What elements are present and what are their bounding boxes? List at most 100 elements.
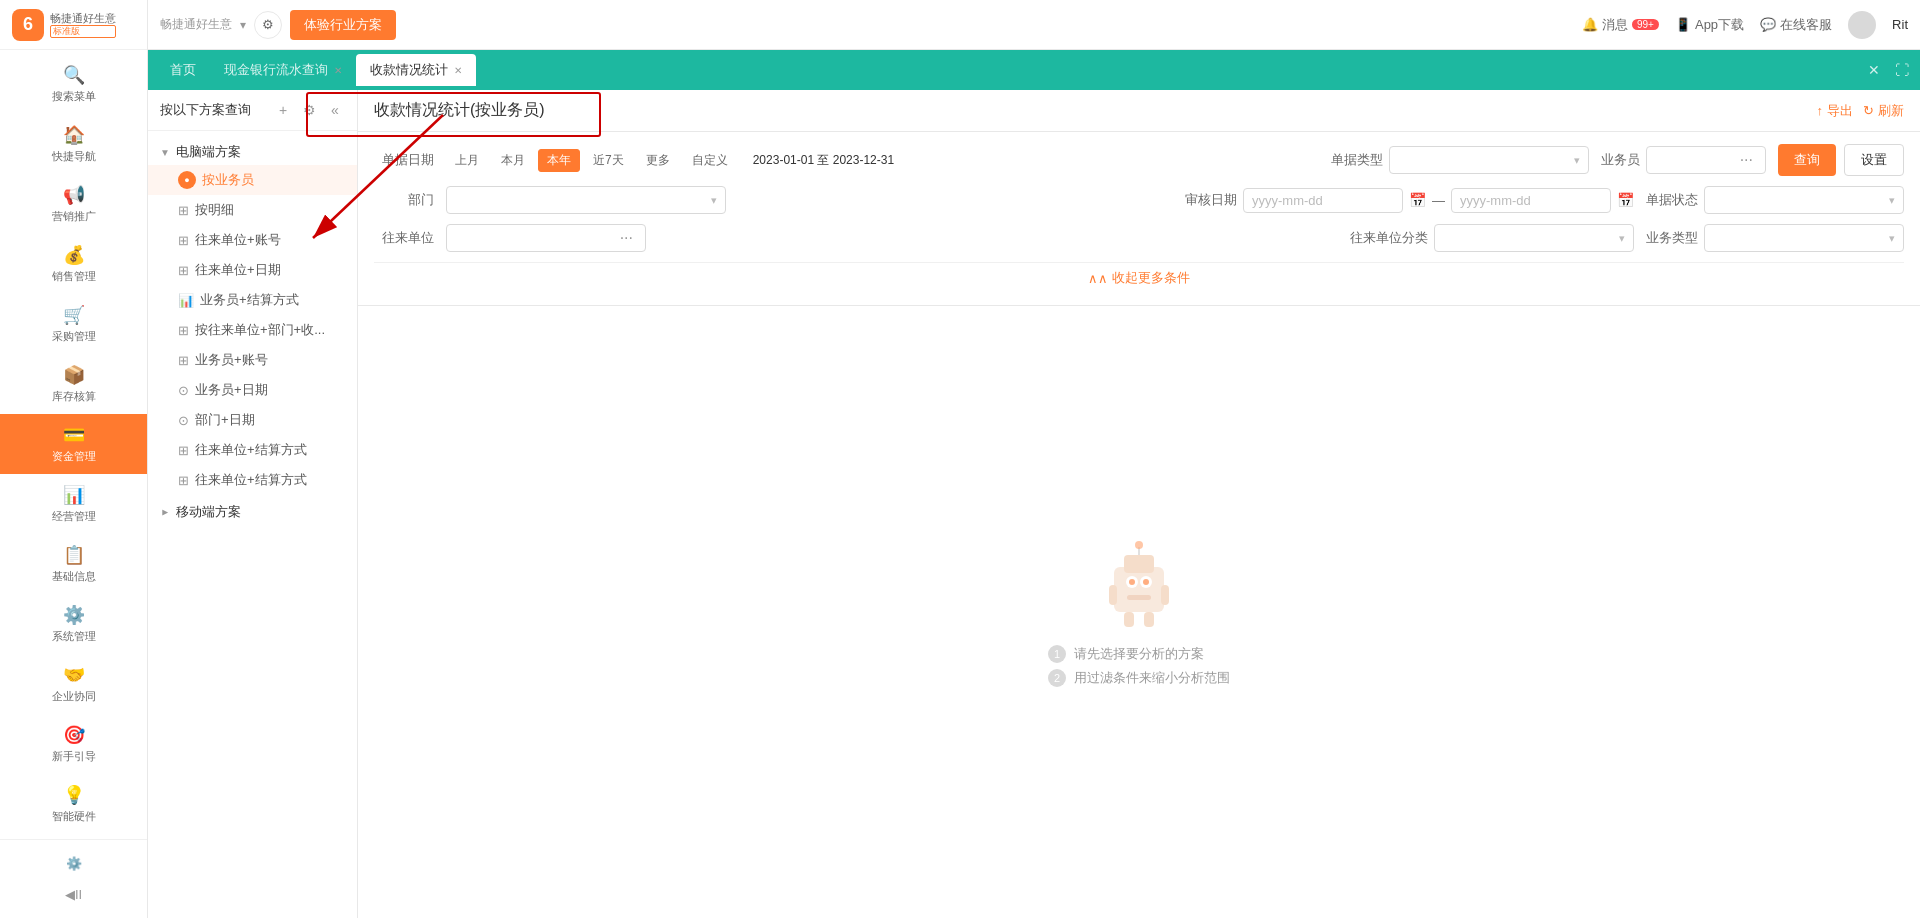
sidebar-settings-btn[interactable]: ⚙️ (0, 848, 147, 879)
sidebar-item-collab[interactable]: 🤝 企业协同 (0, 654, 147, 714)
cal-icon-to[interactable]: 📅 (1617, 192, 1634, 208)
tree-item-unit-settlement2[interactable]: ⊞ 往来单位+结算方式 (148, 465, 357, 495)
trial-btn[interactable]: 体验行业方案 (290, 10, 396, 40)
sidebar-item-system[interactable]: ⚙️ 系统管理 (0, 594, 147, 654)
sidebar-item-finance[interactable]: 💳 资金管理 (0, 414, 147, 474)
panel-collapse-btn[interactable]: « (325, 100, 345, 120)
header-gear-btn[interactable]: ⚙ (254, 11, 282, 39)
sidebar-item-marketing[interactable]: 📢 营销推广 (0, 174, 147, 234)
sidebar-item-purchase[interactable]: 🛒 采购管理 (0, 294, 147, 354)
date-tab-more[interactable]: 更多 (637, 149, 679, 172)
online-service-btn[interactable]: 💬 在线客服 (1760, 16, 1832, 34)
page-wrapper: 按以下方案查询 + ⚙ « ▼ 电脑端方案 (148, 90, 1920, 918)
date-tab-custom[interactable]: 自定义 (683, 149, 737, 172)
export-btn[interactable]: ↑ 导出 (1817, 102, 1854, 120)
tree-item-unit-dept-collect[interactable]: ⊞ 按往来单位+部门+收... (148, 315, 357, 345)
review-date-to[interactable]: yyyy-mm-dd (1451, 188, 1611, 213)
partner-more-icon[interactable]: ··· (620, 229, 633, 247)
sidebar-item-search-menu[interactable]: 🔍 搜索菜单 (0, 54, 147, 114)
tab-collection-stats-close[interactable]: ✕ (454, 65, 462, 76)
tip-item-1: 1 请先选择要分析的方案 (1048, 645, 1230, 663)
date-tab-7days[interactable]: 近7天 (584, 149, 633, 172)
active-indicator: ● (178, 171, 196, 189)
sidebar-item-operations[interactable]: 📊 经营管理 (0, 474, 147, 534)
query-btn[interactable]: 查询 (1778, 144, 1836, 176)
empty-tips: 1 请先选择要分析的方案 2 用过滤条件来缩小分析范围 (1048, 645, 1230, 687)
svg-rect-7 (1109, 585, 1117, 605)
date-tab-this-month[interactable]: 本月 (492, 149, 534, 172)
hardware-icon: 💡 (63, 784, 85, 806)
logo-icon: 6 (12, 9, 44, 41)
dept-select[interactable]: ▾ (446, 186, 726, 214)
tree-item-unit-date[interactable]: ⊞ 往来单位+日期 (148, 255, 357, 285)
inventory-icon: 📦 (63, 364, 85, 386)
biz-type-select[interactable]: ▾ (1704, 224, 1904, 252)
us2-icon: ⊞ (178, 473, 189, 488)
doc-status-select[interactable]: ▾ (1704, 186, 1904, 214)
tree-item-by-detail[interactable]: ⊞ 按明细 (148, 195, 357, 225)
tab-bank-flow[interactable]: 现金银行流水查询 ✕ (210, 54, 356, 86)
salesperson-select[interactable]: ··· (1646, 146, 1766, 174)
tree-item-dept-date[interactable]: ⊙ 部门+日期 (148, 405, 357, 435)
sidebar-item-quick-nav[interactable]: 🏠 快捷导航 (0, 114, 147, 174)
breadcrumb-dropdown[interactable]: ▾ (240, 18, 246, 32)
svg-point-12 (1135, 541, 1143, 549)
review-date-field: 审核日期 yyyy-mm-dd 📅 — yyyy-mm-dd 📅 (1185, 188, 1634, 213)
home-icon: 🏠 (63, 124, 85, 146)
partner-category-field: 往来单位分类 ▾ (1350, 224, 1634, 252)
sidebar-item-basic-info[interactable]: 📋 基础信息 (0, 534, 147, 594)
tree-item-salesperson-account[interactable]: ⊞ 业务员+账号 (148, 345, 357, 375)
window-close-btn[interactable]: ✕ (1864, 60, 1884, 80)
biz-type-chevron: ▾ (1889, 232, 1895, 245)
window-maximize-btn[interactable]: ⛶ (1892, 60, 1912, 80)
title-actions: ↑ 导出 ↻ 刷新 (1817, 102, 1905, 120)
date-tab-last-month[interactable]: 上月 (446, 149, 488, 172)
search-row-1: 单据日期 上月 本月 本年 近7天 更多 自定义 2023-01-01 至 20… (374, 144, 1904, 176)
sidebar-item-inventory[interactable]: 📦 库存核算 (0, 354, 147, 414)
tab-bank-flow-close[interactable]: ✕ (334, 65, 342, 76)
notifications-btn[interactable]: 🔔 消息 99+ (1582, 16, 1659, 34)
tree-item-by-salesperson[interactable]: ● 按业务员 (148, 165, 357, 195)
partner-cat-chevron: ▾ (1619, 232, 1625, 245)
panel-add-btn[interactable]: + (273, 100, 293, 120)
sidebar-item-sales[interactable]: 💰 销售管理 (0, 234, 147, 294)
sidebar-item-guide[interactable]: 🎯 新手引导 (0, 714, 147, 774)
review-date-from[interactable]: yyyy-mm-dd (1243, 188, 1403, 213)
tree-item-salesperson-date[interactable]: ⊙ 业务员+日期 (148, 375, 357, 405)
content-area: 1 请先选择要分析的方案 2 用过滤条件来缩小分析范围 (358, 306, 1920, 918)
tree-group-mobile-header[interactable]: ▼ 移动端方案 (148, 499, 357, 525)
panel-settings-btn[interactable]: ⚙ (299, 100, 319, 120)
tree-item-salesperson-settlement[interactable]: 📊 业务员+结算方式 (148, 285, 357, 315)
tree-item-unit-settlement1[interactable]: ⊞ 往来单位+结算方式 (148, 435, 357, 465)
logo-text: 畅捷通好生意 标准版 (50, 11, 116, 39)
biz-type-label: 业务类型 (1646, 229, 1698, 247)
header-left: 畅捷通好生意 ▾ ⚙ 体验行业方案 (160, 10, 396, 40)
tree-item-unit-account[interactable]: ⊞ 往来单位+账号 (148, 225, 357, 255)
tab-collection-stats[interactable]: 收款情况统计 ✕ (356, 54, 476, 86)
collapse-btn[interactable]: ∧∧ 收起更多条件 (374, 262, 1904, 293)
sidebar-collapse-btn[interactable]: ◀II (0, 879, 147, 910)
basic-info-icon: 📋 (63, 544, 85, 566)
sidebar-item-hardware[interactable]: 💡 智能硬件 (0, 774, 147, 834)
doc-type-select[interactable]: ▾ (1389, 146, 1589, 174)
finance-icon: 💳 (63, 424, 85, 446)
cal-icon-from[interactable]: 📅 (1409, 192, 1426, 208)
date-tab-this-year[interactable]: 本年 (538, 149, 580, 172)
svg-rect-0 (1114, 567, 1164, 612)
tab-home[interactable]: 首页 (156, 54, 210, 86)
settings-btn[interactable]: 设置 (1844, 144, 1904, 176)
refresh-btn[interactable]: ↻ 刷新 (1863, 102, 1904, 120)
user-avatar[interactable] (1848, 11, 1876, 39)
detail-icon: ⊞ (178, 203, 189, 218)
salesperson-more-icon[interactable]: ··· (1740, 151, 1753, 169)
partner-label: 往来单位 (374, 229, 434, 247)
tree-group-mobile: ▼ 移动端方案 (148, 499, 357, 525)
tree-group-desktop-header[interactable]: ▼ 电脑端方案 (148, 139, 357, 165)
partner-category-select[interactable]: ▾ (1434, 224, 1634, 252)
partner-select[interactable]: ··· (446, 224, 646, 252)
salesperson-field: 业务员 ··· (1601, 146, 1766, 174)
tab-bar: 首页 现金银行流水查询 ✕ 收款情况统计 ✕ ✕ ⛶ (148, 50, 1920, 90)
app-download-btn[interactable]: 📱 App下载 (1675, 16, 1744, 34)
header-right: 🔔 消息 99+ 📱 App下载 💬 在线客服 Rit (1582, 11, 1908, 39)
collapse-up-icon: ∧∧ (1088, 271, 1108, 286)
